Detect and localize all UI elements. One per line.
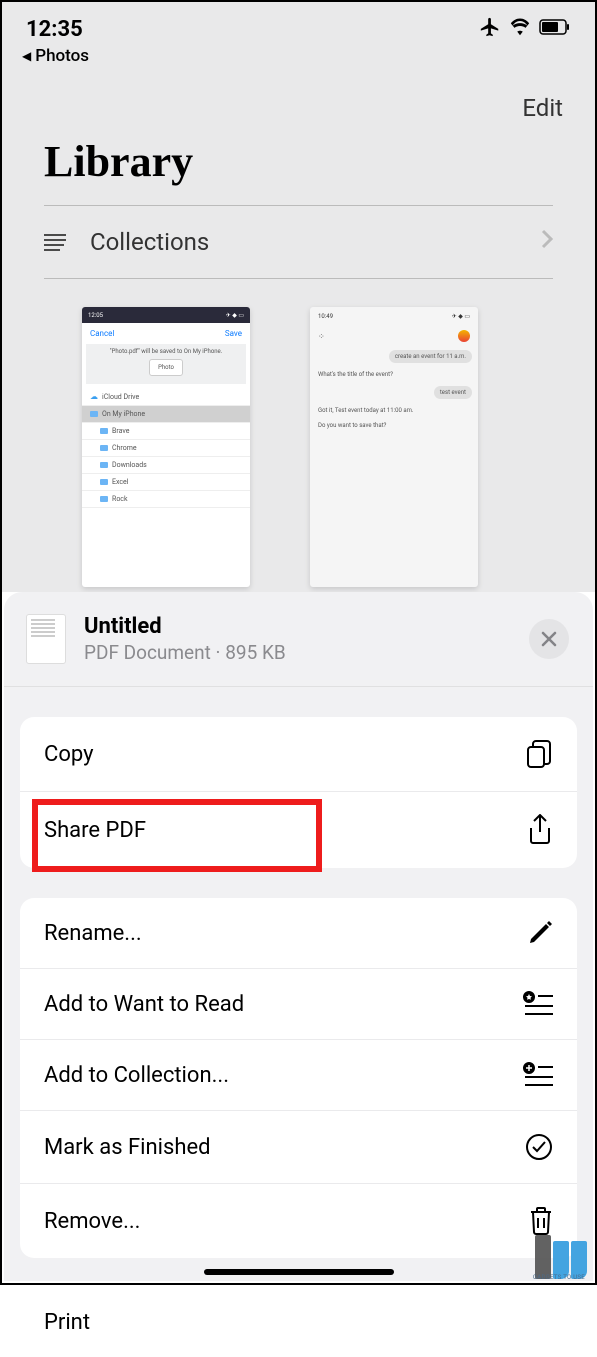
sheet-subtitle: PDF Document · 895 KB [84,641,529,664]
document-icon [26,614,66,664]
page-title: Library [2,122,595,205]
cloud-icon: ☁ [90,392,98,401]
thumb1-banner: "Photo.pdf" will be saved to On My iPhon… [86,344,246,384]
close-button[interactable] [529,619,569,659]
status-bar: 12:35 [2,2,595,44]
share-pdf-action[interactable]: Share PDF [20,792,577,868]
chevron-right-icon [541,229,553,255]
share-icon [527,814,553,846]
thumb1-statusbar: 12:05 ✈ ◆ ▭ [82,307,250,323]
collections-row[interactable]: Collections [44,205,553,279]
airplane-icon [479,16,501,42]
document-thumbnail-1[interactable]: 12:05 ✈ ◆ ▭ Cancel Save "Photo.pdf" will… [82,307,250,587]
back-to-photos[interactable]: Photos [2,44,595,74]
sheet-body: Copy Share PDF Rename... Add to Want [4,687,593,1357]
thumb2-statusbar: 10:49 ✈ ◆ ▭ [310,307,478,326]
back-label: Photos [35,46,89,66]
copy-icon [525,739,553,769]
add-to-collection-action[interactable]: Add to Collection... [20,1040,577,1111]
action-group-2: Rename... Add to Want to Read Add to Col… [20,898,577,1258]
action-group-1: Copy Share PDF [20,717,577,868]
avatar-icon [458,330,470,342]
add-want-to-read-action[interactable]: Add to Want to Read [20,969,577,1040]
rename-action[interactable]: Rename... [20,898,577,969]
watermark-text: GADGETS TO USE [533,1274,585,1281]
thumb2-header: ⁘ [310,326,478,346]
document-thumbnail-2[interactable]: 10:49 ✈ ◆ ▭ ⁘ create an event for 11 a.m… [310,307,478,587]
thumb1-list: ☁iCloud Drive On My iPhone Brave Chrome … [82,388,250,508]
pencil-icon [527,920,553,946]
action-group-3: Print [20,1288,577,1357]
sheet-title-block: Untitled PDF Document · 895 KB [84,614,529,664]
share-sheet: Untitled PDF Document · 895 KB Copy Shar… [4,592,593,1281]
mark-finished-action[interactable]: Mark as Finished [20,1111,577,1184]
folder-icon [90,411,98,417]
assistant-icon: ⁘ [318,332,325,341]
library-thumbnails: 12:05 ✈ ◆ ▭ Cancel Save "Photo.pdf" will… [2,279,595,587]
collections-label: Collections [90,228,517,256]
thumb1-toolbar: Cancel Save [82,323,250,344]
wifi-icon [509,18,531,40]
copy-action[interactable]: Copy [20,717,577,792]
checkmark-circle-icon [525,1133,553,1161]
battery-icon [539,19,571,39]
list-icon [44,234,66,251]
watermark [535,1235,587,1279]
sheet-header: Untitled PDF Document · 895 KB [4,592,593,687]
status-time: 12:35 [26,17,83,42]
trash-icon [529,1206,553,1236]
home-indicator[interactable] [204,1269,394,1275]
edit-button[interactable]: Edit [522,94,563,122]
plus-list-icon [523,1062,553,1088]
star-list-icon [523,991,553,1017]
remove-action[interactable]: Remove... [20,1184,577,1258]
print-action[interactable]: Print [20,1288,577,1357]
header-row: Edit [2,74,595,122]
status-icons [479,16,571,42]
sheet-title: Untitled [84,614,529,639]
